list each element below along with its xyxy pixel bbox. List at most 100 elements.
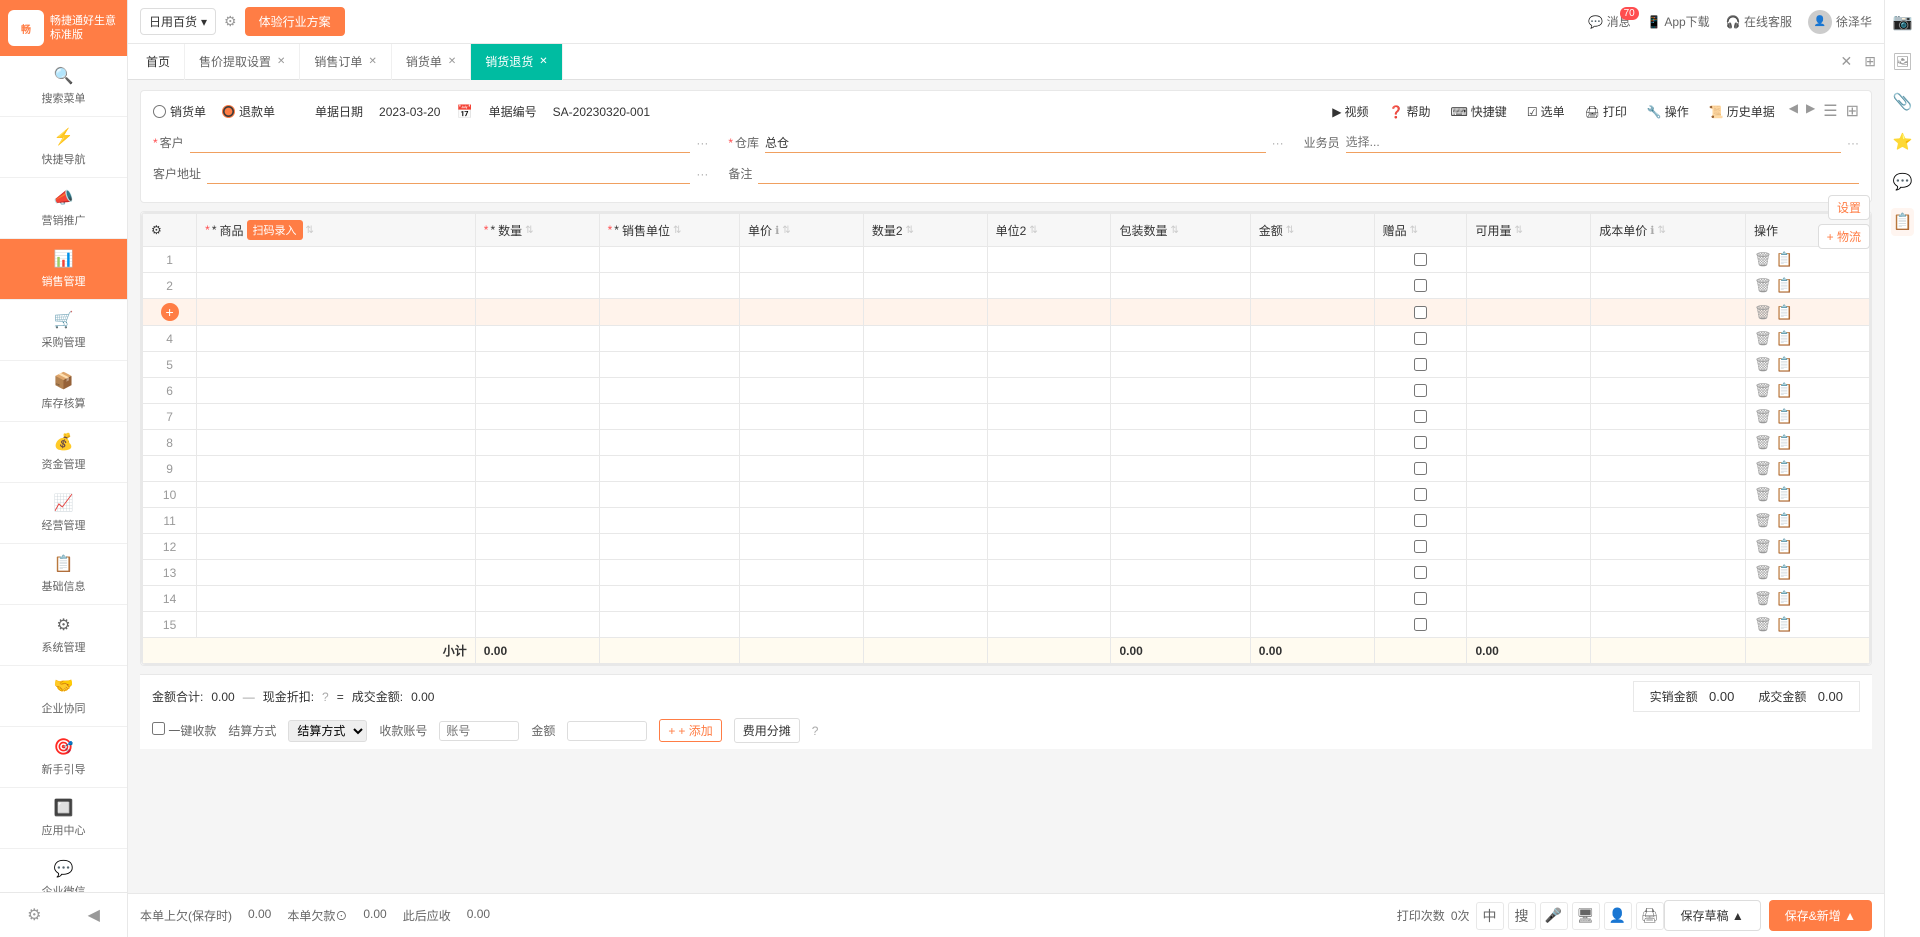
row-11-gift-check[interactable] — [1414, 514, 1427, 527]
save-new-btn[interactable]: 保存&新增 ▲ — [1769, 900, 1872, 931]
sort-icon-pack[interactable]: ⇅ — [1171, 225, 1179, 236]
row-2-cost-price[interactable] — [1591, 273, 1746, 299]
row-9-gift-check[interactable] — [1414, 462, 1427, 475]
video-btn[interactable]: ▶ 视频 — [1326, 101, 1374, 122]
sidebar-item-basic-info[interactable]: 📋 基础信息 — [0, 544, 127, 605]
copy-15[interactable]: 📋 — [1776, 616, 1793, 633]
row-3-product-input[interactable] — [205, 305, 467, 319]
history-btn[interactable]: 📜 历史单据 — [1703, 101, 1781, 122]
copy-6[interactable]: 📋 — [1776, 382, 1793, 399]
info-icon-cost[interactable]: ℹ — [1650, 224, 1654, 237]
sidebar-collapse-icon[interactable]: ◀ — [84, 901, 104, 929]
row-5-gift-check[interactable] — [1414, 358, 1427, 371]
row-1-pack-qty[interactable] — [1111, 247, 1250, 273]
row-2-sales-unit[interactable] — [599, 273, 739, 299]
cash-discount-help-icon[interactable]: ? — [322, 690, 329, 704]
delete-icon-1[interactable]: 🗑 — [1754, 251, 1772, 268]
row-2-gift[interactable] — [1374, 273, 1467, 299]
row-2-amount[interactable] — [1250, 273, 1374, 299]
del-5[interactable]: 🗑 — [1754, 356, 1772, 373]
del-13[interactable]: 🗑 — [1754, 564, 1772, 581]
tab-sales-order[interactable]: 销售订单 ✕ — [300, 44, 391, 80]
print-btn[interactable]: 🖨 打印 — [1579, 101, 1633, 122]
copy-9[interactable]: 📋 — [1776, 460, 1793, 477]
sort-icon-amount[interactable]: ⇅ — [1286, 225, 1294, 236]
tab-sales-return-close[interactable]: ✕ — [539, 56, 547, 67]
icon-btn-2[interactable]: 搜 — [1508, 902, 1536, 930]
amount-input[interactable] — [567, 721, 647, 741]
sort-icon-unit2[interactable]: ⇅ — [1029, 225, 1037, 236]
sidebar-item-capital[interactable]: 💰 资金管理 — [0, 422, 127, 483]
app-download-btn[interactable]: 📱 App下载 — [1647, 13, 1710, 30]
copy-5[interactable]: 📋 — [1776, 356, 1793, 373]
radio-return[interactable]: 退款单 — [222, 103, 275, 120]
tab-price-setting-close[interactable]: ✕ — [277, 56, 285, 67]
icon-btn-6[interactable]: 🖨 — [1636, 902, 1664, 930]
row-2-unit2[interactable] — [987, 273, 1111, 299]
delete-icon-2[interactable]: 🗑 — [1754, 277, 1772, 294]
th-settings[interactable]: ⚙ — [143, 214, 197, 247]
del-10[interactable]: 🗑 — [1754, 486, 1772, 503]
copy-12[interactable]: 📋 — [1776, 538, 1793, 555]
online-service-btn[interactable]: 🎧 在线客服 — [1726, 13, 1792, 30]
settlement-method-select[interactable]: 结算方式 — [288, 720, 367, 742]
row-1-available[interactable] — [1467, 247, 1591, 273]
row-3-available[interactable] — [1467, 299, 1591, 326]
row-3-pack-qty[interactable] — [1111, 299, 1250, 326]
sidebar-item-quick-nav[interactable]: ⚡ 快捷导航 — [0, 117, 127, 178]
row-1-amount[interactable] — [1250, 247, 1374, 273]
sidebar-item-inventory[interactable]: 📦 库存核算 — [0, 361, 127, 422]
message-btn[interactable]: 💬 70 消息 — [1588, 13, 1630, 30]
right-panel-star[interactable]: ⭐ — [1891, 128, 1915, 156]
scan-btn[interactable]: 扫码录入 — [247, 220, 303, 240]
row-15-gift-check[interactable] — [1414, 618, 1427, 631]
right-panel-attach[interactable]: 📎 — [1891, 88, 1915, 116]
topbar-gear-icon[interactable]: ⚙ — [224, 13, 237, 30]
row-1-quantity2[interactable] — [863, 247, 987, 273]
row-1-unit2[interactable] — [987, 247, 1111, 273]
del-15[interactable]: 🗑 — [1754, 616, 1772, 633]
operate-btn[interactable]: 🔧 操作 — [1641, 101, 1695, 122]
icon-btn-3[interactable]: 🎤 — [1540, 902, 1568, 930]
radio-sales-input[interactable] — [153, 105, 166, 118]
user-menu[interactable]: 👤 徐泽华 — [1808, 10, 1872, 34]
tab-sales-delivery-close[interactable]: ✕ — [448, 56, 456, 67]
copy-14[interactable]: 📋 — [1776, 590, 1793, 607]
close-all-icon[interactable]: ✕ — [1837, 51, 1857, 72]
save-draft-btn[interactable]: 保存草稿 ▲ — [1664, 900, 1761, 931]
del-7[interactable]: 🗑 — [1754, 408, 1772, 425]
tab-sales-return[interactable]: 销货退货 ✕ — [471, 44, 562, 80]
salesperson-dots[interactable]: ··· — [1847, 136, 1859, 150]
copy-icon-3[interactable]: 📋 — [1776, 304, 1793, 321]
row-2-unit-price[interactable] — [740, 273, 864, 299]
warehouse-dots[interactable]: ··· — [1272, 136, 1284, 150]
sidebar-item-marketing[interactable]: 📣 营销推广 — [0, 178, 127, 239]
sort-icon-gift[interactable]: ⇅ — [1410, 225, 1418, 236]
right-panel-scan[interactable]: 📷 — [1891, 8, 1915, 36]
address-input[interactable] — [207, 163, 690, 184]
expense-help-icon[interactable]: ? — [812, 724, 819, 738]
row-1-cost-price[interactable] — [1591, 247, 1746, 273]
row-2-gift-check[interactable] — [1414, 279, 1427, 292]
help-btn[interactable]: ❓ 帮助 — [1383, 101, 1437, 122]
row-1-sales-unit[interactable] — [599, 247, 739, 273]
right-panel-message[interactable]: 💬 — [1891, 168, 1915, 196]
copy-13[interactable]: 📋 — [1776, 564, 1793, 581]
sidebar-item-wechat[interactable]: 💬 企业微信 — [0, 849, 127, 892]
info-icon-price[interactable]: ℹ — [775, 224, 779, 237]
row-3-quantity2[interactable] — [863, 299, 987, 326]
add-logistics-btn[interactable]: + 物流 — [1818, 224, 1870, 249]
delete-icon-3[interactable]: 🗑 — [1754, 304, 1772, 321]
row-12-gift-check[interactable] — [1414, 540, 1427, 553]
row-10-gift-check[interactable] — [1414, 488, 1427, 501]
experience-btn[interactable]: 体验行业方案 — [245, 7, 345, 36]
copy-10[interactable]: 📋 — [1776, 486, 1793, 503]
sort-icon-qty[interactable]: ⇅ — [525, 225, 533, 236]
row-1-gift[interactable] — [1374, 247, 1467, 273]
row-7-gift-check[interactable] — [1414, 410, 1427, 423]
del-14[interactable]: 🗑 — [1754, 590, 1772, 607]
icon-btn-4[interactable]: 🖥 — [1572, 902, 1600, 930]
expense-split-btn[interactable]: 费用分摊 — [734, 718, 800, 743]
column-settings-icon[interactable]: ⚙ — [151, 223, 162, 237]
del-8[interactable]: 🗑 — [1754, 434, 1772, 451]
